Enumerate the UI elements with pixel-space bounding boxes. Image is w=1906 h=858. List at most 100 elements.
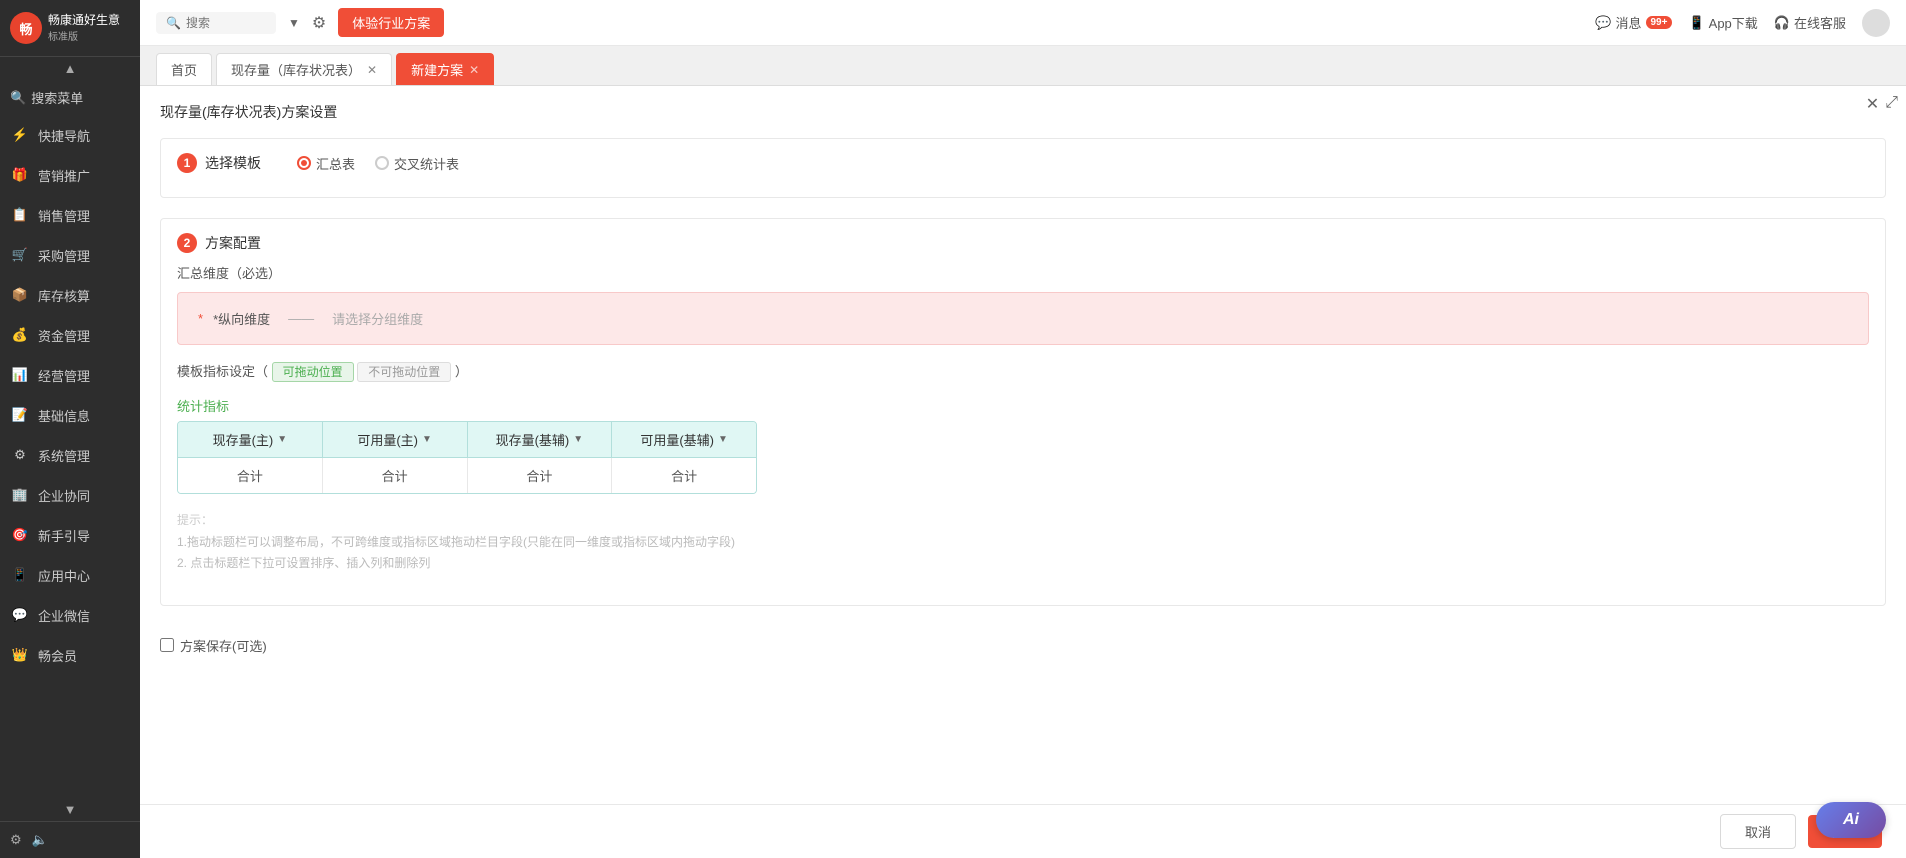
- app-name-block: 畅康通好生意 标准版: [48, 13, 120, 44]
- topbar-settings-icon[interactable]: ⚙: [312, 13, 326, 33]
- trial-plan-button[interactable]: 体验行业方案: [338, 8, 444, 37]
- sidebar-item-marketing[interactable]: 🎁 营销推广: [0, 155, 140, 195]
- sidebar-bottom: ⚙ 🔈: [0, 821, 140, 858]
- sidebar-item-inventory[interactable]: 📦 库存核算: [0, 275, 140, 315]
- tab-home-label: 首页: [171, 60, 197, 79]
- message-item[interactable]: 💬 消息 99+: [1595, 13, 1672, 32]
- sidebar-item-member[interactable]: 👑 畅会员: [0, 635, 140, 675]
- sidebar-item-app-center[interactable]: 📱 应用中心: [0, 555, 140, 595]
- tab-new-plan-close[interactable]: ✕: [469, 63, 479, 77]
- sidebar-item-sales[interactable]: 📋 销售管理: [0, 195, 140, 235]
- stats-col-2-label: 可用量(主): [357, 430, 418, 449]
- window-controls: ✕ ⤢: [1866, 94, 1898, 114]
- stats-col-4[interactable]: 可用量(基辅) ▼: [612, 422, 756, 457]
- sidebar-item-label: 采购管理: [38, 246, 90, 265]
- app-download-icon: 📱: [1688, 15, 1704, 31]
- sidebar-item-label: 经营管理: [38, 366, 90, 385]
- col-4-dropdown-icon[interactable]: ▼: [718, 434, 728, 445]
- topbar-search-input[interactable]: [186, 16, 266, 30]
- sidebar-item-label: 库存核算: [38, 286, 90, 305]
- indicator-settings: 模板指标设定（ 可拖动位置 不可拖动位置 ）: [177, 361, 1869, 380]
- sidebar-item-label: 新手引导: [38, 526, 90, 545]
- stats-body-col-4: 合计: [612, 458, 756, 493]
- content-inner: 现存量(库存状况表)方案设置 1 选择模板 汇总表 交叉统计表: [140, 86, 1906, 681]
- tips-block: 提示： 1.拖动标题栏可以调整布局，不可跨维度或指标区域拖动栏目字段(只能在同一…: [177, 510, 1869, 575]
- col-2-dropdown-icon[interactable]: ▼: [422, 434, 432, 445]
- stats-body-col-3: 合计: [468, 458, 613, 493]
- search-icon: 🔍: [10, 90, 26, 106]
- sidebar-item-base-info[interactable]: 📝 基础信息: [0, 395, 140, 435]
- sidebar-item-label: 企业协同: [38, 486, 90, 505]
- speaker-icon[interactable]: 🔈: [32, 832, 48, 848]
- operations-icon: 📊: [10, 365, 30, 385]
- tab-inventory-close[interactable]: ✕: [367, 63, 377, 77]
- save-plan-row: 方案保存(可选): [160, 626, 1886, 665]
- vertical-dim-placeholder: 请选择分组维度: [332, 309, 423, 328]
- vertical-dim-label: *纵向维度: [213, 309, 270, 328]
- app-download-item[interactable]: 📱 App下载: [1688, 13, 1757, 32]
- sidebar-item-quick-nav[interactable]: ⚡ 快捷导航: [0, 115, 140, 155]
- sidebar-scroll-up[interactable]: ▲: [0, 57, 140, 80]
- radio-summary[interactable]: 汇总表: [297, 154, 355, 173]
- radio-summary-circle: [297, 156, 311, 170]
- online-service-item[interactable]: 🎧 在线客服: [1774, 13, 1846, 32]
- stats-table-header: 现存量(主) ▼ 可用量(主) ▼ 现存量(基辅) ▼ 可用量(基辅): [178, 422, 756, 458]
- tab-home[interactable]: 首页: [156, 53, 212, 85]
- app-edition: 标准版: [48, 28, 120, 43]
- close-window-button[interactable]: ✕: [1866, 94, 1879, 114]
- sidebar-item-label: 系统管理: [38, 446, 90, 465]
- tip-1: 1.拖动标题栏可以调整布局，不可跨维度或指标区域拖动栏目字段(只能在同一维度或指…: [177, 532, 1869, 554]
- stats-section-title: 统计指标: [177, 396, 1869, 415]
- purchase-icon: 🛒: [10, 245, 30, 265]
- step1-block: 1 选择模板 汇总表 交叉统计表: [160, 138, 1886, 198]
- sidebar-item-label: 营销推广: [38, 166, 90, 185]
- tip-2: 2. 点击标题栏下拉可设置排序、插入列和删除列: [177, 553, 1869, 575]
- template-radio-group: 汇总表 交叉统计表: [297, 154, 459, 173]
- sidebar-item-purchase[interactable]: 🛒 采购管理: [0, 235, 140, 275]
- cancel-button[interactable]: 取消: [1720, 814, 1796, 849]
- sidebar-item-operations[interactable]: 📊 经营管理: [0, 355, 140, 395]
- sidebar-item-label: 基础信息: [38, 406, 90, 425]
- sidebar-item-finance[interactable]: 💰 资金管理: [0, 315, 140, 355]
- sidebar-item-enterprise[interactable]: 🏢 企业协同: [0, 475, 140, 515]
- avatar[interactable]: [1862, 9, 1890, 37]
- sidebar-item-system[interactable]: ⚙ 系统管理: [0, 435, 140, 475]
- sidebar: 畅 畅康通好生意 标准版 ▲ 🔍 搜索菜单 ⚡ 快捷导航 🎁 营销推广 📋 销售…: [0, 0, 140, 858]
- settings-bottom-icon[interactable]: ⚙: [10, 832, 22, 848]
- tab-new-plan-label: 新建方案: [411, 60, 463, 79]
- stats-table: 现存量(主) ▼ 可用量(主) ▼ 现存量(基辅) ▼ 可用量(基辅): [177, 421, 757, 494]
- field-required-marker: *: [198, 311, 203, 326]
- logo-icon: 畅: [10, 12, 42, 44]
- sidebar-item-newbie[interactable]: 🎯 新手引导: [0, 515, 140, 555]
- sidebar-item-label: 畅会员: [38, 646, 77, 665]
- expand-window-button[interactable]: ⤢: [1885, 94, 1898, 114]
- tab-new-plan[interactable]: 新建方案 ✕: [396, 53, 494, 85]
- ai-fab-button[interactable]: Ai: [1816, 802, 1886, 838]
- col-1-dropdown-icon[interactable]: ▼: [277, 434, 287, 445]
- indicator-settings-label: 模板指标设定（ 可拖动位置 不可拖动位置 ）: [177, 364, 468, 379]
- topbar-dropdown[interactable]: ▼: [288, 16, 300, 30]
- stats-col-3[interactable]: 现存量(基辅) ▼: [468, 422, 613, 457]
- sidebar-item-wechat[interactable]: 💬 企业微信: [0, 595, 140, 635]
- vertical-dim-field[interactable]: * *纵向维度 —— 请选择分组维度: [177, 292, 1869, 345]
- sidebar-search[interactable]: 🔍 搜索菜单: [0, 80, 140, 115]
- sidebar-search-label: 搜索菜单: [31, 88, 83, 107]
- topbar-search-box[interactable]: 🔍: [156, 12, 276, 34]
- tab-inventory[interactable]: 现存量（库存状况表） ✕: [216, 53, 392, 85]
- stats-col-4-label: 可用量(基辅): [640, 430, 714, 449]
- base-info-icon: 📝: [10, 405, 30, 425]
- app-download-label: App下载: [1709, 13, 1758, 32]
- col-3-dropdown-icon[interactable]: ▼: [573, 434, 583, 445]
- topbar-right: 💬 消息 99+ 📱 App下载 🎧 在线客服: [1595, 9, 1890, 37]
- headset-icon: 🎧: [1774, 15, 1790, 31]
- sidebar-scroll-down[interactable]: ▼: [0, 798, 140, 821]
- stats-col-1[interactable]: 现存量(主) ▼: [178, 422, 323, 457]
- stats-col-2[interactable]: 可用量(主) ▼: [323, 422, 468, 457]
- tabbar: 首页 现存量（库存状况表） ✕ 新建方案 ✕: [140, 46, 1906, 86]
- indicator-settings-suffix: ）: [455, 364, 468, 379]
- chevron-down-icon: ▼: [288, 16, 300, 30]
- field-dash: ——: [288, 311, 314, 326]
- save-plan-checkbox[interactable]: [160, 638, 174, 652]
- radio-cross[interactable]: 交叉统计表: [375, 154, 459, 173]
- tab-inventory-label: 现存量（库存状况表）: [231, 60, 361, 79]
